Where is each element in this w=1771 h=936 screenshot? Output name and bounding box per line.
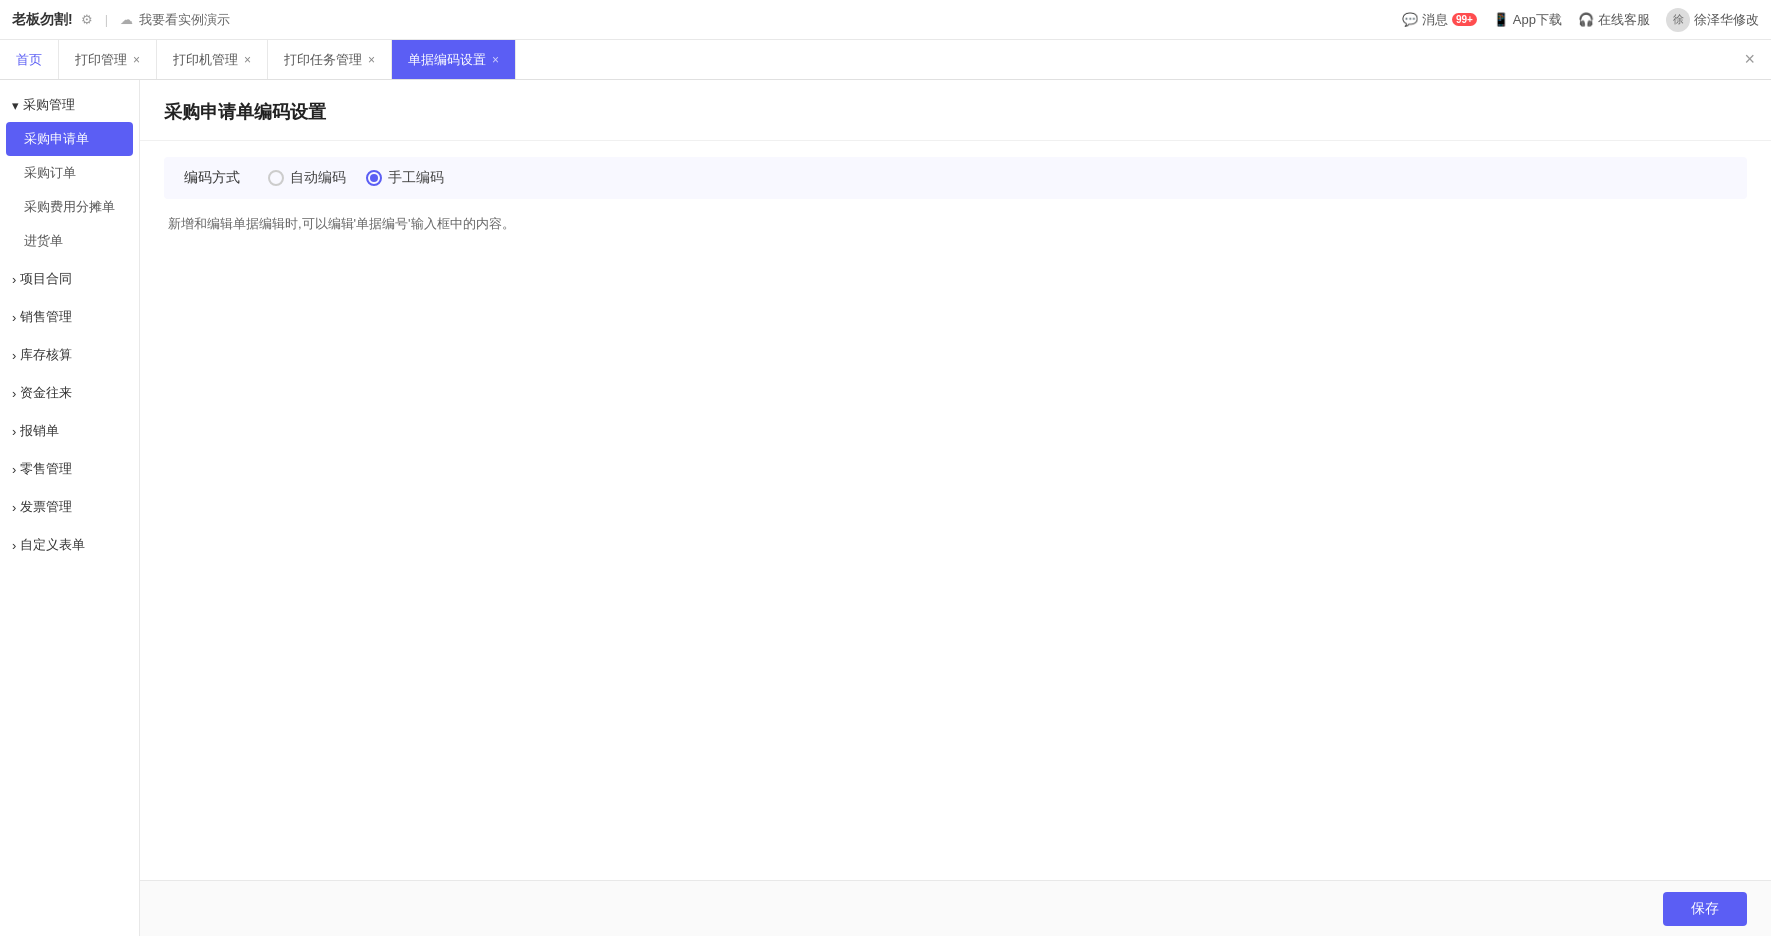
sidebar-section-retail-manage-label: 零售管理 xyxy=(20,460,72,478)
sidebar-section-custom-form-label: 自定义表单 xyxy=(20,536,85,554)
sidebar-section-fund-flow: › 资金往来 xyxy=(0,376,139,410)
cloud-icon: ☁ xyxy=(120,12,133,27)
content-area: 采购申请单编码设置 编码方式 自动编码 手工编码 xyxy=(140,80,1771,936)
message-icon: 💬 xyxy=(1402,12,1418,27)
online-service-button[interactable]: 🎧 在线客服 xyxy=(1578,11,1650,29)
message-label: 消息 xyxy=(1422,11,1448,29)
top-bar-right: 💬 消息 99+ 📱 App下载 🎧 在线客服 徐 徐泽华修改 xyxy=(1402,8,1759,32)
tab-print-manage-close[interactable]: × xyxy=(133,53,140,67)
sidebar-section-purchase-header[interactable]: ▾ 采购管理 xyxy=(0,88,139,122)
app-logo: 老板勿割! xyxy=(12,11,73,29)
close-all-tabs-button[interactable]: × xyxy=(1740,45,1759,74)
message-button[interactable]: 💬 消息 99+ xyxy=(1402,11,1477,29)
sales-manage-arrow-icon: › xyxy=(12,310,16,325)
sidebar-item-purchase-expense-label: 采购费用分摊单 xyxy=(24,199,115,214)
fund-flow-arrow-icon: › xyxy=(12,386,16,401)
sidebar-section-sales-manage-label: 销售管理 xyxy=(20,308,72,326)
sidebar-section-retail-manage-header[interactable]: › 零售管理 xyxy=(0,452,139,486)
top-bar-left: 老板勿割! ⚙ | ☁ 我要看实例演示 xyxy=(12,11,230,29)
sidebar-section-inventory-label: 库存核算 xyxy=(20,346,72,364)
radio-manual[interactable]: 手工编码 xyxy=(366,169,444,187)
tab-bar-actions: × xyxy=(1740,40,1771,79)
sidebar-section-inventory-header[interactable]: › 库存核算 xyxy=(0,338,139,372)
sidebar-section-invoice-manage-label: 发票管理 xyxy=(20,498,72,516)
tab-home[interactable]: 首页 xyxy=(0,40,59,79)
sidebar-item-purchase-order-label: 采购订单 xyxy=(24,165,76,180)
radio-auto-circle xyxy=(268,170,284,186)
radio-group: 自动编码 手工编码 xyxy=(268,169,444,187)
user-profile-button[interactable]: 徐 徐泽华修改 xyxy=(1666,8,1759,32)
sidebar-section-fund-flow-label: 资金往来 xyxy=(20,384,72,402)
tab-print-task[interactable]: 打印任务管理 × xyxy=(268,40,392,79)
sidebar-section-invoice-manage: › 发票管理 xyxy=(0,490,139,524)
sidebar-section-retail-manage: › 零售管理 xyxy=(0,452,139,486)
sidebar-section-custom-form-header[interactable]: › 自定义表单 xyxy=(0,528,139,562)
sidebar-item-purchase-expense[interactable]: 采购费用分摊单 xyxy=(0,190,139,224)
sidebar-item-purchase-request-label: 采购申请单 xyxy=(24,131,89,146)
tab-single-code-setting[interactable]: 单据编码设置 × xyxy=(392,40,516,79)
page-body: 编码方式 自动编码 手工编码 新增和编辑单据编辑时,可以编辑'单据编号'输入框中… xyxy=(140,141,1771,880)
tab-print-task-close[interactable]: × xyxy=(368,53,375,67)
user-name: 徐泽华修改 xyxy=(1694,11,1759,29)
radio-manual-label: 手工编码 xyxy=(388,169,444,187)
returns-arrow-icon: › xyxy=(12,424,16,439)
project-contract-arrow-icon: › xyxy=(12,272,16,287)
sidebar-item-stock-in-label: 进货单 xyxy=(24,233,63,248)
sidebar-section-inventory: › 库存核算 xyxy=(0,338,139,372)
sidebar-section-purchase: ▾ 采购管理 采购申请单 采购订单 采购费用分摊单 进货单 xyxy=(0,88,139,258)
page-footer: 保存 xyxy=(140,880,1771,936)
sidebar-section-invoice-manage-header[interactable]: › 发票管理 xyxy=(0,490,139,524)
app-icon: 📱 xyxy=(1493,12,1509,27)
avatar: 徐 xyxy=(1666,8,1690,32)
retail-manage-arrow-icon: › xyxy=(12,462,16,477)
sidebar-section-sales-manage: › 销售管理 xyxy=(0,300,139,334)
sidebar-section-project-contract: › 项目合同 xyxy=(0,262,139,296)
sidebar-item-purchase-request[interactable]: 采购申请单 xyxy=(6,122,133,156)
sidebar-section-returns-header[interactable]: › 报销单 xyxy=(0,414,139,448)
coding-label: 编码方式 xyxy=(184,169,244,187)
tab-single-code-setting-label: 单据编码设置 xyxy=(408,51,486,69)
page-title: 采购申请单编码设置 xyxy=(140,80,1771,141)
app-download-label: App下载 xyxy=(1513,11,1562,29)
sidebar-section-purchase-label: 采购管理 xyxy=(23,96,75,114)
app-download-button[interactable]: 📱 App下载 xyxy=(1493,11,1562,29)
sidebar-item-purchase-order[interactable]: 采购订单 xyxy=(0,156,139,190)
sidebar: ▾ 采购管理 采购申请单 采购订单 采购费用分摊单 进货单 › 项目合同 xyxy=(0,80,140,936)
service-icon: 🎧 xyxy=(1578,12,1594,27)
service-label: 在线客服 xyxy=(1598,11,1650,29)
radio-auto-label: 自动编码 xyxy=(290,169,346,187)
tab-print-manage[interactable]: 打印管理 × xyxy=(59,40,157,79)
tab-home-label: 首页 xyxy=(16,51,42,69)
coding-hint: 新增和编辑单据编辑时,可以编辑'单据编号'输入框中的内容。 xyxy=(164,215,1747,233)
sidebar-section-project-contract-label: 项目合同 xyxy=(20,270,72,288)
sidebar-item-stock-in[interactable]: 进货单 xyxy=(0,224,139,258)
cloud-hint[interactable]: ☁ 我要看实例演示 xyxy=(120,11,230,29)
tab-printer-manage-close[interactable]: × xyxy=(244,53,251,67)
tab-printer-manage-label: 打印机管理 xyxy=(173,51,238,69)
coding-section: 编码方式 自动编码 手工编码 新增和编辑单据编辑时,可以编辑'单据编号'输入框中… xyxy=(140,141,1771,249)
sidebar-section-returns: › 报销单 xyxy=(0,414,139,448)
save-button[interactable]: 保存 xyxy=(1663,892,1747,926)
custom-form-arrow-icon: › xyxy=(12,538,16,553)
tab-printer-manage[interactable]: 打印机管理 × xyxy=(157,40,268,79)
inventory-arrow-icon: › xyxy=(12,348,16,363)
sidebar-section-custom-form: › 自定义表单 xyxy=(0,528,139,562)
sidebar-section-sales-manage-header[interactable]: › 销售管理 xyxy=(0,300,139,334)
tab-print-task-label: 打印任务管理 xyxy=(284,51,362,69)
radio-manual-circle xyxy=(366,170,382,186)
invoice-manage-arrow-icon: › xyxy=(12,500,16,515)
message-badge: 99+ xyxy=(1452,13,1477,26)
tab-print-manage-label: 打印管理 xyxy=(75,51,127,69)
radio-auto[interactable]: 自动编码 xyxy=(268,169,346,187)
tab-single-code-setting-close[interactable]: × xyxy=(492,53,499,67)
coding-row: 编码方式 自动编码 手工编码 xyxy=(164,157,1747,199)
tab-bar: 首页 打印管理 × 打印机管理 × 打印任务管理 × 单据编码设置 × × xyxy=(0,40,1771,80)
settings-icon[interactable]: ⚙ xyxy=(81,12,93,27)
purchase-arrow-icon: ▾ xyxy=(12,98,19,113)
main-layout: ▾ 采购管理 采购申请单 采购订单 采购费用分摊单 进货单 › 项目合同 xyxy=(0,80,1771,936)
sidebar-section-project-contract-header[interactable]: › 项目合同 xyxy=(0,262,139,296)
sidebar-section-fund-flow-header[interactable]: › 资金往来 xyxy=(0,376,139,410)
sidebar-section-returns-label: 报销单 xyxy=(20,422,59,440)
top-bar: 老板勿割! ⚙ | ☁ 我要看实例演示 💬 消息 99+ 📱 App下载 🎧 在… xyxy=(0,0,1771,40)
